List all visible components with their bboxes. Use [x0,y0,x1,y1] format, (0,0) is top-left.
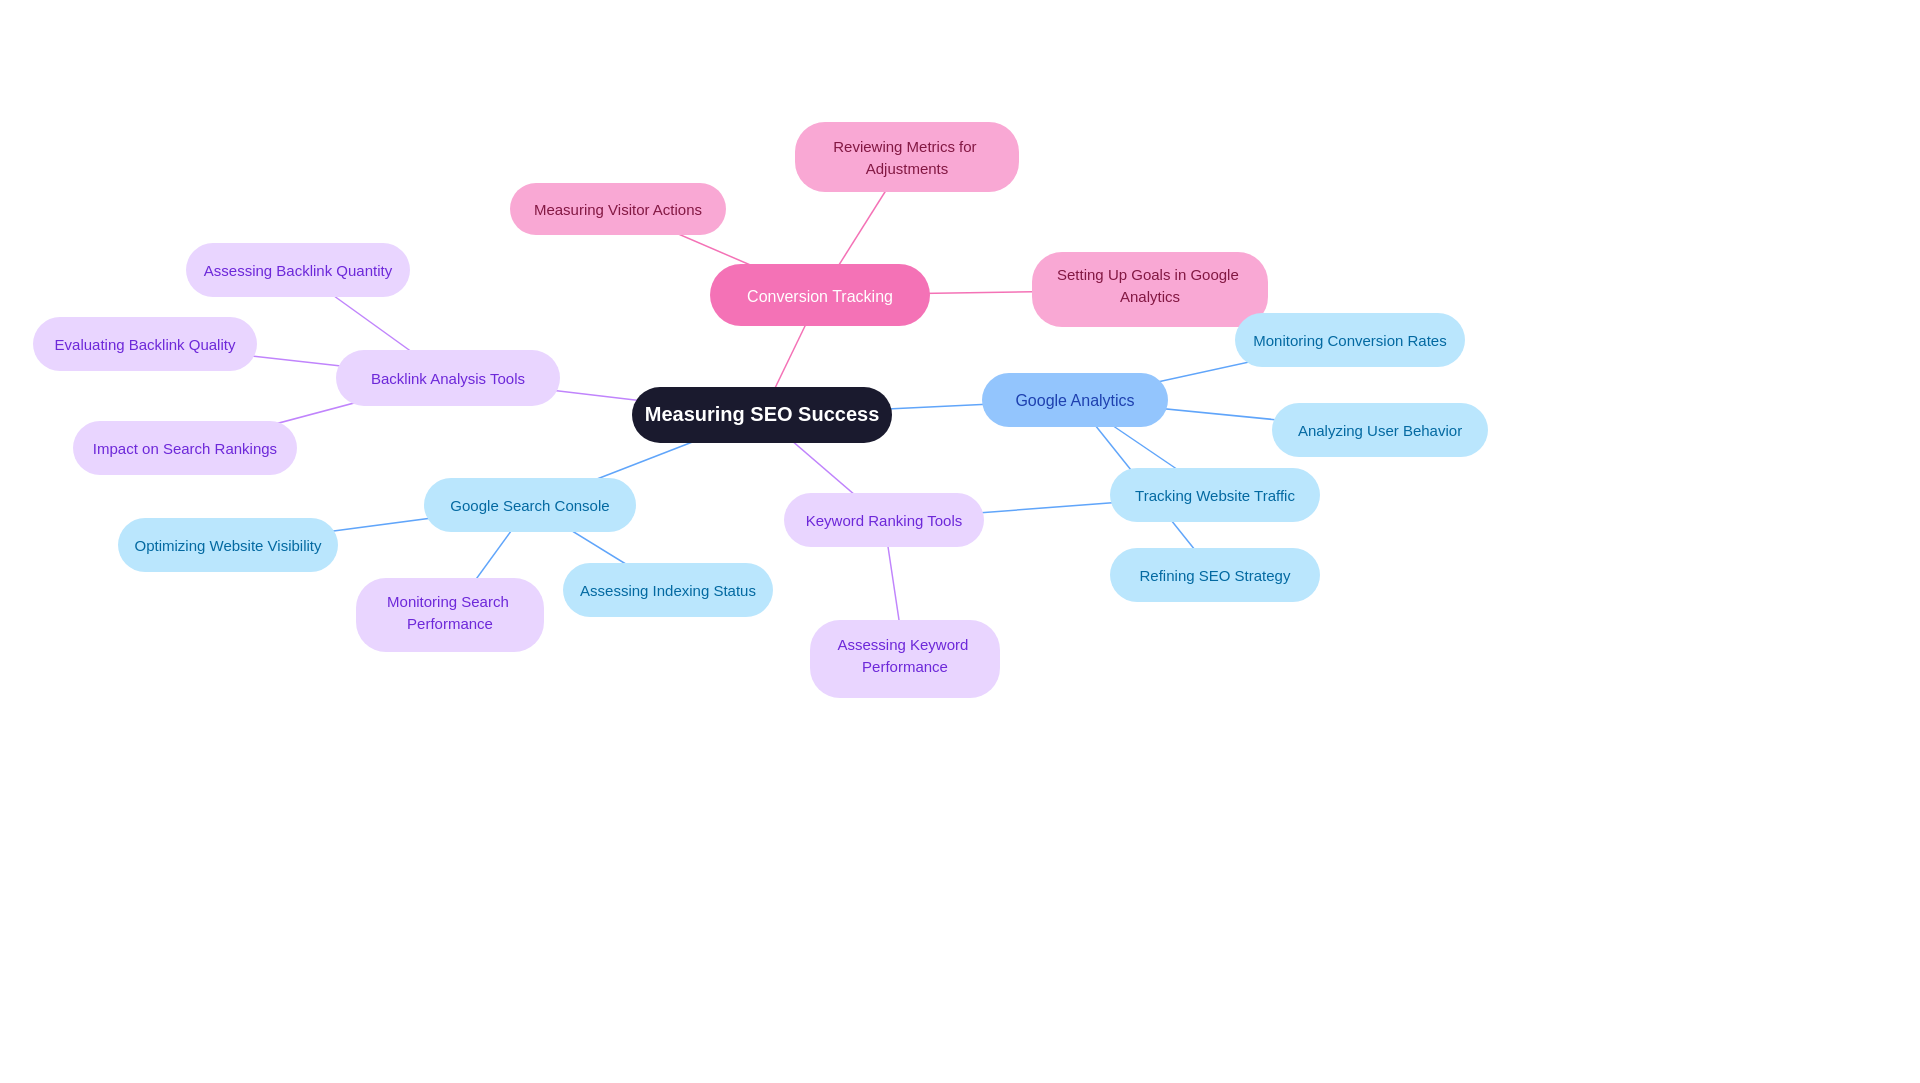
reviewing-metrics-node[interactable] [795,122,1019,192]
assessing-indexing-label: Assessing Indexing Status [580,582,756,599]
analyzing-user-label: Analyzing User Behavior [1298,422,1462,439]
backlink-tools-label: Backlink Analysis Tools [371,370,525,387]
optimizing-visibility-label: Optimizing Website Visibility [134,537,322,554]
tracking-traffic-label: Tracking Website Traffic [1135,487,1295,504]
keyword-ranking-label: Keyword Ranking Tools [806,512,962,529]
impact-search-label: Impact on Search Rankings [93,440,277,457]
center-label: Measuring SEO Success [645,403,880,425]
conversion-tracking-label: Conversion Tracking [747,288,893,305]
measuring-visitor-label: Measuring Visitor Actions [534,201,702,218]
refining-seo-label: Refining SEO Strategy [1140,567,1291,584]
google-search-console-label: Google Search Console [450,497,609,514]
evaluating-backlink-label: Evaluating Backlink Quality [55,336,236,353]
assessing-backlink-qty-label: Assessing Backlink Quantity [204,262,393,279]
monitoring-conversion-label: Monitoring Conversion Rates [1253,332,1446,349]
google-analytics-label: Google Analytics [1015,392,1134,409]
